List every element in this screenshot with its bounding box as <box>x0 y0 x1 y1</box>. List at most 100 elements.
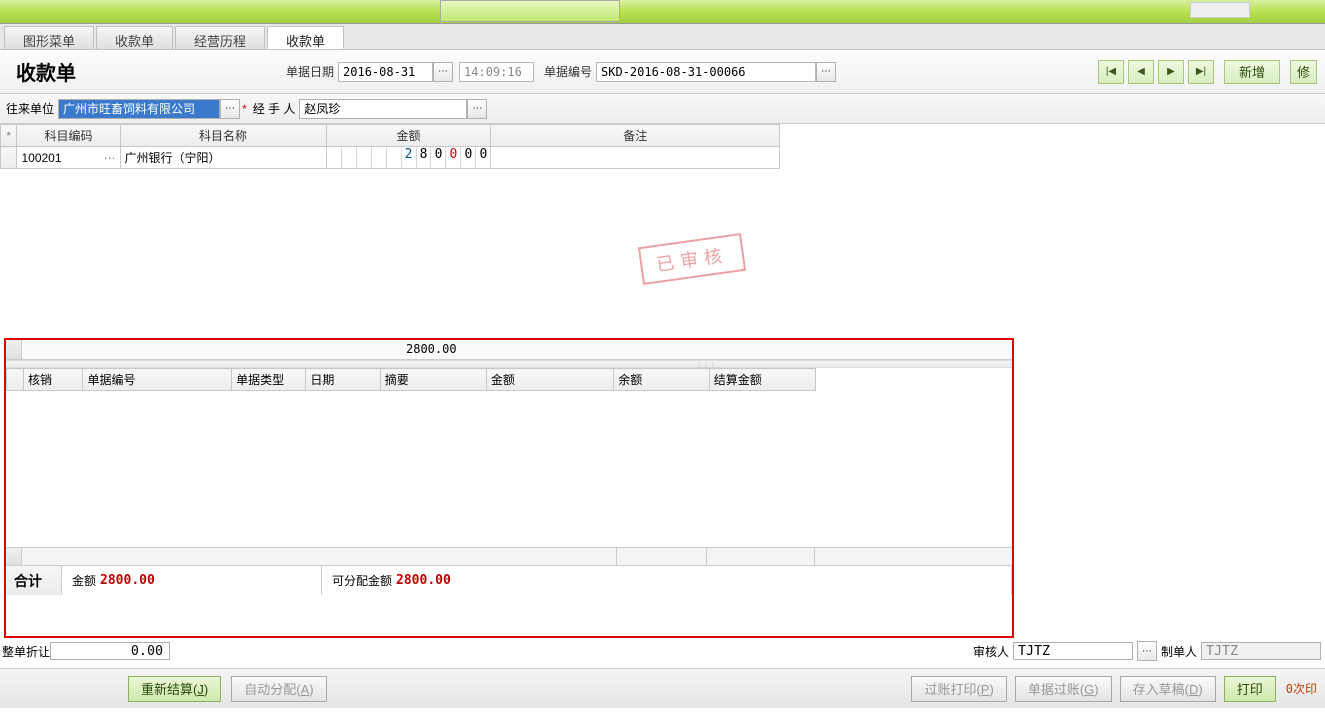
time-input[interactable] <box>459 62 534 82</box>
rb-top-row: 2800.00 <box>6 340 1012 360</box>
col-code[interactable]: 科目编码 <box>17 125 120 147</box>
tab-bar: 图形菜单 收款单 经营历程 收款单 <box>0 24 1325 50</box>
first-icon: |◀ <box>1106 66 1116 77</box>
autoalloc-button[interactable]: 自动分配(A) <box>231 676 326 702</box>
col-remark[interactable]: 备注 <box>491 125 780 147</box>
d1 <box>342 147 357 168</box>
discount-label: 整单折让 <box>2 643 50 660</box>
cell-amount[interactable]: 2 8 0 0 0 0 <box>326 147 491 169</box>
col-docno2[interactable]: 单据编号 <box>83 369 232 391</box>
postprint-button[interactable]: 过账打印(P) <box>911 676 1006 702</box>
print-button[interactable]: 打印 <box>1224 676 1276 702</box>
autoalloc-text: 自动分配 <box>244 682 296 697</box>
tab-receipt-1[interactable]: 收款单 <box>96 26 173 49</box>
splitter-grip-icon: ⋮⋮⋮ <box>696 362 717 369</box>
nav-last[interactable]: ▶| <box>1188 60 1214 84</box>
row-marker <box>1 147 17 169</box>
draft-text: 存入草稿 <box>1133 682 1185 697</box>
handler-input[interactable] <box>299 99 467 119</box>
d9: 0 <box>461 147 476 168</box>
col-amount[interactable]: 金额 <box>326 125 491 147</box>
post-text: 单据过账 <box>1028 682 1080 697</box>
settlement-grid: 核销 单据编号 单据类型 日期 摘要 金额 余额 结算金额 <box>6 368 816 391</box>
d10: 0 <box>476 147 490 168</box>
banner-patch <box>440 0 620 22</box>
tab-receipt-2[interactable]: 收款单 <box>267 26 344 49</box>
totals-label: 合计 <box>6 566 62 595</box>
postprint-key: P <box>981 682 990 697</box>
d4 <box>387 147 402 168</box>
handler-label: 经 手 人 <box>253 100 296 117</box>
next-icon: ▶ <box>1167 66 1175 77</box>
cell-name[interactable]: 广州银行（宁阳） <box>120 147 326 169</box>
company-input[interactable] <box>58 99 220 119</box>
col-summary[interactable]: 摘要 <box>380 369 486 391</box>
print-count: 0次印 <box>1286 680 1317 697</box>
col-amount2[interactable]: 金额 <box>486 369 613 391</box>
draft-button[interactable]: 存入草稿(D) <box>1120 676 1216 702</box>
page-title: 收款单 <box>16 57 76 86</box>
col-balance[interactable]: 余额 <box>614 369 710 391</box>
audit-row: 整单折让 审核人 ⋯ 制单人 <box>0 640 1325 662</box>
nav-first[interactable]: |◀ <box>1098 60 1124 84</box>
date-picker-btn[interactable]: ⋯ <box>433 62 453 82</box>
maker-input <box>1201 642 1321 660</box>
draft-key: D <box>1189 682 1198 697</box>
col-date2[interactable]: 日期 <box>306 369 380 391</box>
prev-icon: ◀ <box>1137 66 1145 77</box>
cell-remark[interactable] <box>491 147 780 169</box>
nav-next[interactable]: ▶ <box>1158 60 1184 84</box>
grid1-corner: * <box>1 125 17 147</box>
grid1-row[interactable]: 100201 ⋯ 广州银行（宁阳） 2 8 0 0 0 0 <box>1 147 780 169</box>
required-star: * <box>242 102 247 116</box>
docno-label: 单据编号 <box>544 63 592 80</box>
g2-corner <box>7 369 24 391</box>
auditor-lookup-btn[interactable]: ⋯ <box>1137 641 1157 661</box>
auditor-input[interactable] <box>1013 642 1133 660</box>
bottom-toolbar: 重新结算(J) 自动分配(A) 过账打印(P) 单据过账(G) 存入草稿(D) … <box>0 668 1325 708</box>
rb-splitter[interactable]: ⋮⋮⋮ <box>6 360 1012 368</box>
company-lookup-btn[interactable]: ⋯ <box>220 99 240 119</box>
print-count-suffix: 次印 <box>1293 682 1317 696</box>
tab-history[interactable]: 经营历程 <box>175 26 265 49</box>
col-hexiao[interactable]: 核销 <box>23 369 82 391</box>
top-banner <box>0 0 1325 24</box>
edit-button[interactable]: 修 <box>1290 60 1317 84</box>
handler-lookup-btn[interactable]: ⋯ <box>467 99 487 119</box>
tab-graphic-menu[interactable]: 图形菜单 <box>4 26 94 49</box>
print-count-num: 0 <box>1286 682 1293 696</box>
col-name[interactable]: 科目名称 <box>120 125 326 147</box>
d5: 2 <box>402 147 417 168</box>
alloc-value: 2800.00 <box>396 573 451 588</box>
add-button[interactable]: 新增 <box>1224 60 1280 84</box>
amount-value: 2800.00 <box>100 573 155 588</box>
discount-input[interactable] <box>50 642 170 660</box>
recalc-text: 重新结算 <box>141 682 193 697</box>
last-icon: ▶| <box>1196 66 1206 77</box>
docno-lookup-btn[interactable]: ⋯ <box>816 62 836 82</box>
d8: 0 <box>446 147 461 168</box>
amount-label: 金额 <box>72 572 96 589</box>
post-key: G <box>1084 682 1094 697</box>
rb-top-amount: 2800.00 <box>406 340 457 356</box>
cell-code[interactable]: 100201 ⋯ <box>17 147 120 169</box>
settlement-panel: 2800.00 ⋮⋮⋮ 核销 单据编号 单据类型 日期 摘要 金额 余额 结算金… <box>4 338 1014 638</box>
date-input[interactable] <box>338 62 433 82</box>
recalc-button[interactable]: 重新结算(J) <box>128 676 221 702</box>
nav-buttons: |◀ ◀ ▶ ▶| 新增 修 <box>1098 60 1317 84</box>
totals-row: 合计 金额 2800.00 可分配金额 2800.00 <box>6 565 1012 595</box>
recalc-key: J <box>197 682 204 697</box>
settlement-body <box>6 391 1012 547</box>
post-button[interactable]: 单据过账(G) <box>1015 676 1112 702</box>
d2 <box>357 147 372 168</box>
rb-footer-row <box>6 547 1012 565</box>
docno-input[interactable] <box>596 62 816 82</box>
total-alloc-cell: 可分配金额 2800.00 <box>322 566 1012 595</box>
date-label: 单据日期 <box>286 63 334 80</box>
col-settle[interactable]: 结算金额 <box>709 369 815 391</box>
col-doctype[interactable]: 单据类型 <box>232 369 306 391</box>
banner-tag <box>1190 2 1250 18</box>
nav-prev[interactable]: ◀ <box>1128 60 1154 84</box>
code-text: 100201 <box>21 151 61 165</box>
company-label: 往来单位 <box>6 100 54 117</box>
